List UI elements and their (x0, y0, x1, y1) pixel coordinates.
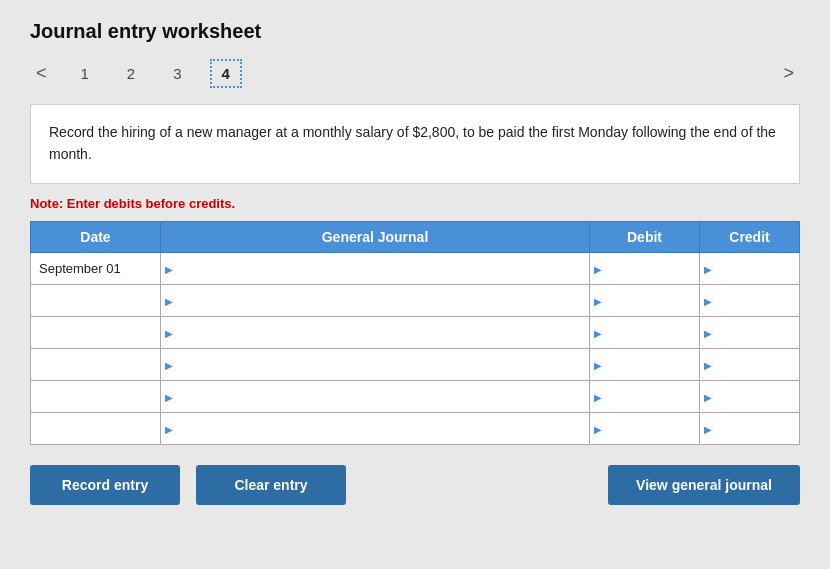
record-entry-button[interactable]: Record entry (30, 465, 180, 505)
clear-entry-button[interactable]: Clear entry (196, 465, 346, 505)
header-debit: Debit (590, 222, 700, 253)
tab-4[interactable]: 4 (210, 59, 242, 88)
cell-debit[interactable] (590, 253, 700, 285)
tab-1[interactable]: 1 (71, 61, 99, 86)
description-text: Record the hiring of a new manager at a … (49, 124, 776, 162)
next-arrow[interactable]: > (777, 61, 800, 86)
view-general-journal-button[interactable]: View general journal (608, 465, 800, 505)
page-title: Journal entry worksheet (30, 20, 800, 43)
cell-debit[interactable] (590, 413, 700, 445)
prev-arrow[interactable]: < (30, 61, 53, 86)
journal-table: Date General Journal Debit Credit Septem… (30, 221, 800, 445)
header-date: Date (31, 222, 161, 253)
cell-date[interactable]: September 01 (31, 253, 161, 285)
cell-date[interactable] (31, 413, 161, 445)
cell-credit[interactable] (700, 285, 800, 317)
cell-date[interactable] (31, 381, 161, 413)
tab-3[interactable]: 3 (163, 61, 191, 86)
cell-journal[interactable] (161, 253, 590, 285)
cell-credit[interactable] (700, 349, 800, 381)
table-row (31, 381, 800, 413)
cell-credit[interactable] (700, 317, 800, 349)
header-journal: General Journal (161, 222, 590, 253)
note-text: Note: Enter debits before credits. (30, 196, 800, 211)
cell-journal[interactable] (161, 317, 590, 349)
cell-journal[interactable] (161, 349, 590, 381)
cell-debit[interactable] (590, 285, 700, 317)
cell-journal[interactable] (161, 381, 590, 413)
cell-credit[interactable] (700, 253, 800, 285)
cell-debit[interactable] (590, 349, 700, 381)
description-box: Record the hiring of a new manager at a … (30, 104, 800, 184)
button-row: Record entry Clear entry View general jo… (30, 465, 800, 505)
cell-journal[interactable] (161, 413, 590, 445)
tab-2[interactable]: 2 (117, 61, 145, 86)
cell-journal[interactable] (161, 285, 590, 317)
table-row: September 01 (31, 253, 800, 285)
cell-date[interactable] (31, 317, 161, 349)
table-row (31, 285, 800, 317)
table-row (31, 317, 800, 349)
tab-navigation: < 1 2 3 4 > (30, 59, 800, 88)
table-row (31, 349, 800, 381)
cell-debit[interactable] (590, 317, 700, 349)
cell-date[interactable] (31, 285, 161, 317)
cell-debit[interactable] (590, 381, 700, 413)
cell-date[interactable] (31, 349, 161, 381)
header-credit: Credit (700, 222, 800, 253)
table-row (31, 413, 800, 445)
cell-credit[interactable] (700, 413, 800, 445)
cell-credit[interactable] (700, 381, 800, 413)
